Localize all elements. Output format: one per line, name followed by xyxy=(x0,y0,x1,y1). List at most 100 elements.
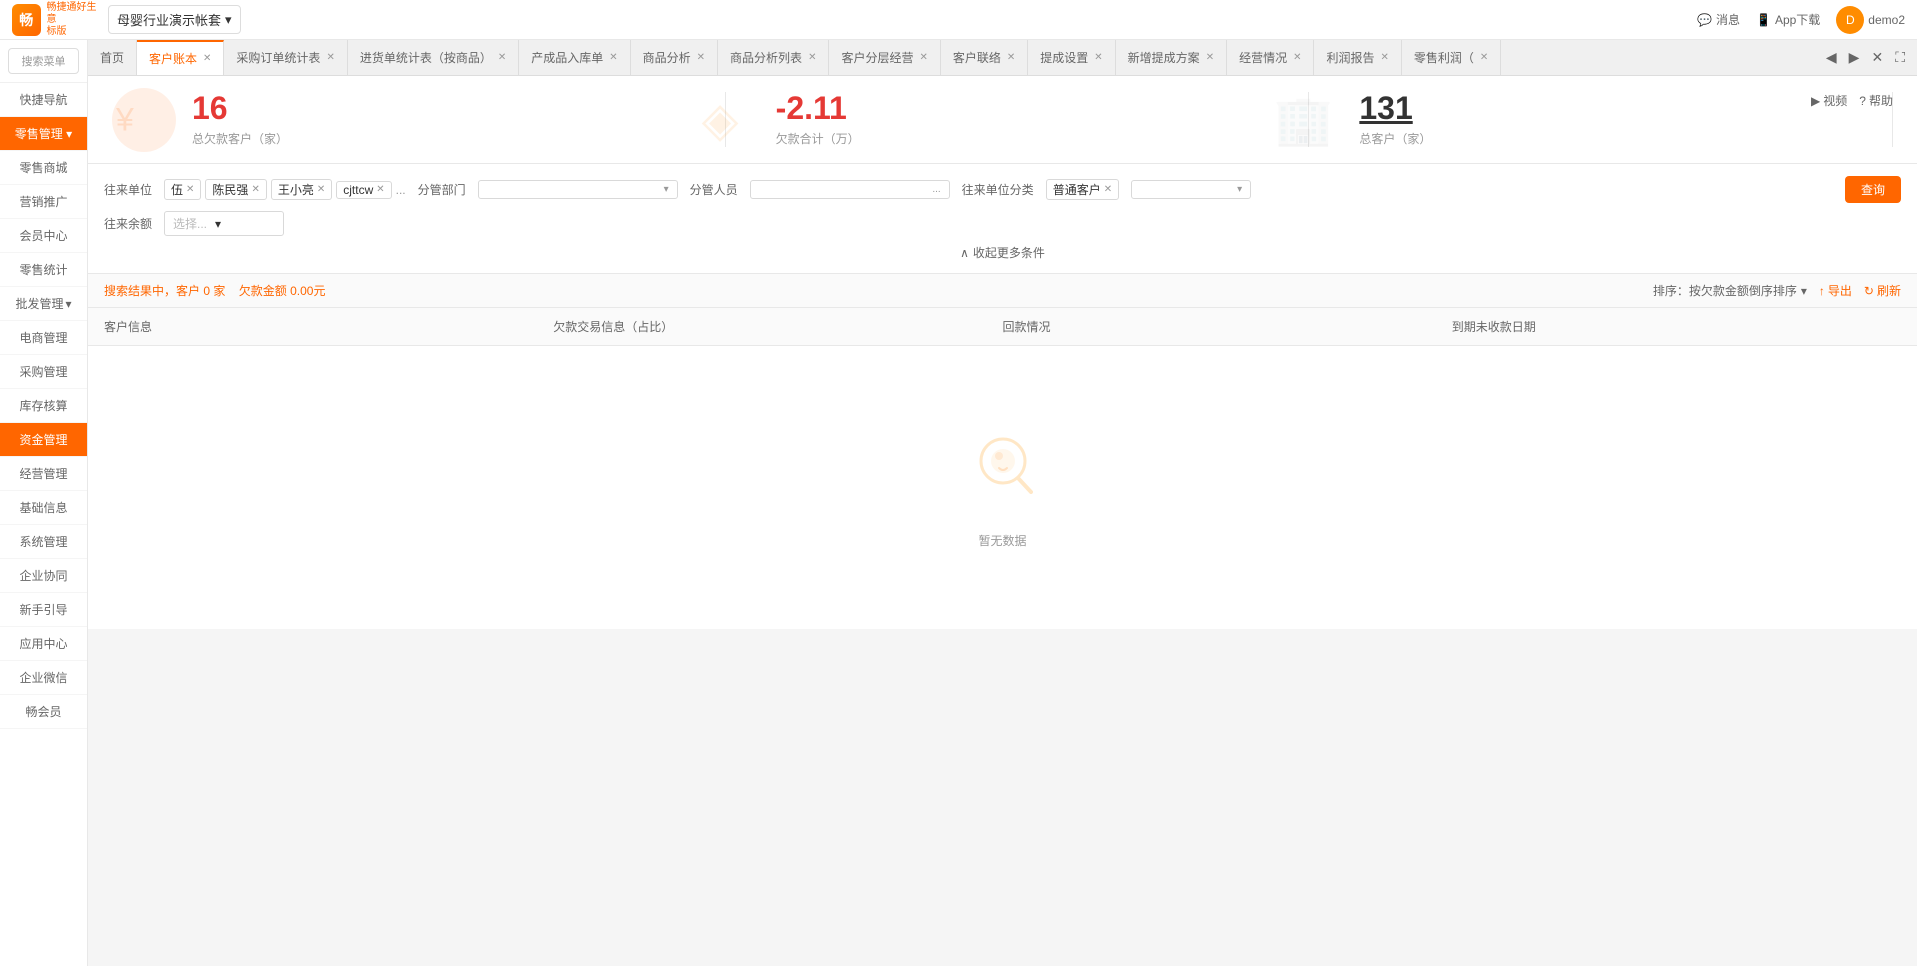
page-content: ¥ 16 总欠款客户（家） ◈ -2.11 欠款合计（万） 🏢 131 总客户（… xyxy=(88,76,1917,966)
unit-tag-wu[interactable]: 伍 ✕ xyxy=(164,179,201,200)
refresh-icon: ↻ xyxy=(1864,284,1874,298)
sidebar-item-wholesale-mgmt[interactable]: 批发管理 ▾ xyxy=(0,287,87,321)
sidebar-item-app-center[interactable]: 应用中心 xyxy=(0,627,87,661)
tab-customer-capital[interactable]: 客户账本 ✕ xyxy=(137,40,224,75)
tab-close-icon[interactable]: ✕ xyxy=(203,53,211,64)
tab-close-icon[interactable]: ✕ xyxy=(1293,52,1301,63)
filter-area: 往来单位 伍 ✕ 陈民强 ✕ 王小亮 ✕ xyxy=(88,164,1917,274)
remove-category-tag[interactable]: ✕ xyxy=(1104,184,1112,195)
tab-ops-situation[interactable]: 经营情况 ✕ xyxy=(1227,40,1314,75)
table-container: 客户信息 欠款交易信息（占比） 回款情况 到期未收款日期 xyxy=(88,308,1917,629)
remove-tag-wu[interactable]: ✕ xyxy=(186,184,194,195)
sidebar-item-ecommerce-mgmt[interactable]: 电商管理 xyxy=(0,321,87,355)
tab-purchase-order-stats[interactable]: 采购订单统计表 ✕ xyxy=(224,40,347,75)
tab-next-button[interactable]: ▶ xyxy=(1845,47,1864,68)
sidebar-item-enterprise-wx[interactable]: 企业微信 xyxy=(0,661,87,695)
dept-filter-label: 分管部门 xyxy=(418,181,466,198)
collapse-button[interactable]: ∧ 收起更多条件 xyxy=(960,244,1045,261)
sort-selector[interactable]: 排序：按欠款金额倒序排序 ▾ xyxy=(1653,282,1807,299)
video-link[interactable]: ▶ 视频 xyxy=(1811,92,1847,109)
search-menu-button[interactable]: 搜索菜单 xyxy=(8,48,79,74)
remove-tag-wangxiaoliang[interactable]: ✕ xyxy=(317,184,325,195)
message-action[interactable]: 💬 消息 xyxy=(1697,11,1740,28)
user-profile[interactable]: D demo2 xyxy=(1836,6,1905,34)
tab-close-icon[interactable]: ✕ xyxy=(1094,52,1102,63)
tab-close-icon[interactable]: ✕ xyxy=(697,52,705,63)
app-subtitle: 畅捷通好生意 标版 xyxy=(47,2,100,38)
export-button[interactable]: ↑ 导出 xyxy=(1819,282,1852,299)
chevron-icon: ▾ xyxy=(65,297,71,311)
chevron-down-icon: ▾ xyxy=(1801,284,1807,298)
chevron-down-icon: ... xyxy=(932,184,940,195)
tab-product-analysis-list[interactable]: 商品分析列表 ✕ xyxy=(718,40,829,75)
sidebar-item-marketing-promo[interactable]: 营销推广 xyxy=(0,185,87,219)
dept-filter-select[interactable]: ▾ xyxy=(478,180,678,199)
tab-customer-tier-ops[interactable]: 客户分层经营 ✕ xyxy=(829,40,940,75)
tab-zero-retail-profit[interactable]: 零售利润（ ✕ xyxy=(1402,40,1501,75)
sidebar-item-basic-info[interactable]: 基础信息 xyxy=(0,491,87,525)
tab-production-stock[interactable]: 产成品入库单 ✕ xyxy=(519,40,630,75)
logo-area: 畅 畅捷通好生意 标版 xyxy=(12,2,100,38)
tab-close-icon[interactable]: ✕ xyxy=(498,52,506,63)
more-tags-button[interactable]: ... xyxy=(396,183,406,197)
tab-close-icon[interactable]: ✕ xyxy=(326,52,334,63)
refresh-button[interactable]: ↻ 刷新 xyxy=(1864,282,1901,299)
tab-profit-report[interactable]: 利润报告 ✕ xyxy=(1314,40,1401,75)
tab-maximize-button[interactable]: ⛶ xyxy=(1891,47,1909,68)
tab-close-all-button[interactable]: ✕ xyxy=(1867,47,1887,68)
question-icon: ? xyxy=(1859,94,1866,108)
tab-add-prompt-plan[interactable]: 新增提成方案 ✕ xyxy=(1116,40,1227,75)
unit-tag-wangxiaoliang[interactable]: 王小亮 ✕ xyxy=(271,179,332,200)
sidebar-item-zero-retail-mgmt[interactable]: 零售管理 ▾ xyxy=(0,117,87,151)
unit-category-tag-normal[interactable]: 普通客户 ✕ xyxy=(1046,179,1119,200)
company-selector[interactable]: 母婴行业演示帐套 ▾ xyxy=(108,5,241,34)
help-link[interactable]: ? 帮助 xyxy=(1859,92,1893,109)
stat-value-total-customers: 131 xyxy=(1359,92,1412,124)
tab-prev-button[interactable]: ◀ xyxy=(1822,47,1841,68)
sidebar-item-enterprise-coop[interactable]: 企业协同 xyxy=(0,559,87,593)
remove-tag-cjttcw[interactable]: ✕ xyxy=(376,184,384,195)
tab-close-icon[interactable]: ✕ xyxy=(1480,52,1488,63)
tab-close-icon[interactable]: ✕ xyxy=(609,52,617,63)
unit-tag-chenminqiang[interactable]: 陈民强 ✕ xyxy=(205,179,266,200)
sidebar-item-capital-mgmt[interactable]: 资金管理 xyxy=(0,423,87,457)
person-filter-select[interactable]: ... xyxy=(750,180,950,199)
remaining-filter-input[interactable]: 选择... ▾ xyxy=(164,211,284,236)
message-icon: 💬 xyxy=(1697,13,1712,27)
sidebar-item-zero-retail-mall[interactable]: 零售商城 xyxy=(0,151,87,185)
chevron-down-icon: ▾ xyxy=(215,217,221,231)
sidebar-item-inventory-check[interactable]: 库存核算 xyxy=(0,389,87,423)
sidebar-item-vip-member[interactable]: 畅会员 xyxy=(0,695,87,729)
stat-owing-amount: -2.11 欠款合计（万） xyxy=(726,92,1310,147)
unit-category-select[interactable]: ▾ xyxy=(1131,180,1251,199)
sidebar-item-zero-retail-stats[interactable]: 零售统计 xyxy=(0,253,87,287)
page-help: ▶ 视频 ? 帮助 xyxy=(1811,92,1893,109)
sidebar-item-quick-nav[interactable]: 快捷导航 xyxy=(0,83,87,117)
logo-icon: 畅 xyxy=(12,4,41,36)
query-button[interactable]: 查询 xyxy=(1845,176,1901,203)
tab-close-icon[interactable]: ✕ xyxy=(808,52,816,63)
remove-tag-chenminqiang[interactable]: ✕ xyxy=(251,184,259,195)
table-header: 客户信息 欠款交易信息（占比） 回款情况 到期未收款日期 xyxy=(88,308,1917,346)
chevron-down-icon: ▾ xyxy=(1237,184,1242,195)
download-icon: 📱 xyxy=(1756,13,1771,27)
tab-close-icon[interactable]: ✕ xyxy=(1206,52,1214,63)
filter-row-1: 往来单位 伍 ✕ 陈民强 ✕ 王小亮 ✕ xyxy=(104,176,1901,203)
unit-filter-label: 往来单位 xyxy=(104,181,152,198)
tab-bar: 首页 客户账本 ✕ 采购订单统计表 ✕ 进货单统计表（按商品） ✕ 产成品入库单… xyxy=(88,40,1917,76)
app-download-action[interactable]: 📱 App下载 xyxy=(1756,11,1820,28)
tab-close-icon[interactable]: ✕ xyxy=(1381,52,1389,63)
tab-close-icon[interactable]: ✕ xyxy=(1007,52,1015,63)
sidebar-item-purchase-mgmt[interactable]: 采购管理 xyxy=(0,355,87,389)
tab-customer-contact[interactable]: 客户联络 ✕ xyxy=(941,40,1028,75)
tab-prompt-settings[interactable]: 提成设置 ✕ xyxy=(1028,40,1115,75)
sidebar-item-ops-mgmt[interactable]: 经营管理 xyxy=(0,457,87,491)
tab-product-analysis[interactable]: 商品分析 ✕ xyxy=(631,40,718,75)
unit-tag-cjttcw[interactable]: cjttcw ✕ xyxy=(336,181,391,199)
sidebar-item-new-guide[interactable]: 新手引导 xyxy=(0,593,87,627)
sidebar-item-system-mgmt[interactable]: 系统管理 xyxy=(0,525,87,559)
sidebar-item-member-center[interactable]: 会员中心 xyxy=(0,219,87,253)
tab-close-icon[interactable]: ✕ xyxy=(919,52,927,63)
tab-stock-stats[interactable]: 进货单统计表（按商品） ✕ xyxy=(348,40,519,75)
tab-home[interactable]: 首页 xyxy=(88,40,137,75)
